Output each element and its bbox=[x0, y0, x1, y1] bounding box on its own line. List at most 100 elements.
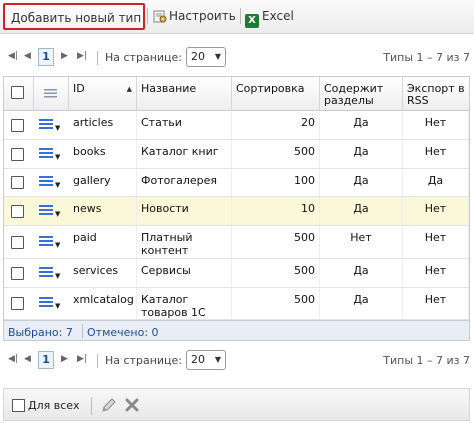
pager-info: Типы 1 – 7 из 7 bbox=[383, 354, 470, 367]
prev-page-icon[interactable]: ◀ bbox=[24, 51, 31, 61]
cell-sort: 500 bbox=[232, 259, 320, 287]
excel-export-button[interactable]: X Excel bbox=[245, 3, 294, 30]
cell-contains: Да bbox=[320, 169, 403, 196]
cell-rss: Нет bbox=[403, 111, 469, 139]
per-page-value: 20 bbox=[191, 353, 205, 366]
cell-name: Платный контент bbox=[137, 226, 232, 258]
row-menu-chevron-icon[interactable]: ▼ bbox=[55, 153, 60, 161]
row-menu-chevron-icon[interactable]: ▼ bbox=[55, 241, 60, 249]
select-all-header-checkbox[interactable] bbox=[11, 86, 24, 99]
header-id[interactable]: ID ▲ bbox=[69, 77, 137, 111]
excel-icon: X bbox=[245, 14, 259, 28]
sort-asc-icon: ▲ bbox=[126, 85, 132, 93]
cell-name: Каталог товаров 1С bbox=[137, 288, 232, 319]
table-row[interactable]: ▼ services Сервисы 500 Да Нет bbox=[4, 259, 469, 288]
header-name-label: Название bbox=[141, 82, 197, 95]
configure-label: Настроить bbox=[169, 9, 236, 23]
prev-page-icon[interactable]: ◀ bbox=[24, 354, 31, 364]
row-menu-chevron-icon[interactable]: ▼ bbox=[55, 210, 60, 218]
row-menu-icon[interactable] bbox=[39, 176, 53, 187]
table-row[interactable]: ▼ xmlcatalog Каталог товаров 1С 500 Да Нет bbox=[4, 288, 469, 320]
list-icon bbox=[44, 89, 57, 98]
cell-name: Сервисы bbox=[137, 259, 232, 287]
next-page-icon[interactable]: ▶ bbox=[61, 51, 68, 61]
row-checkbox[interactable] bbox=[11, 148, 24, 161]
row-menu-icon[interactable] bbox=[39, 119, 53, 130]
next-page-icon[interactable]: ▶ bbox=[61, 354, 68, 364]
cell-sort: 10 bbox=[232, 197, 320, 225]
add-new-type-button[interactable]: Добавить новый тип bbox=[3, 3, 145, 30]
cell-sort: 500 bbox=[232, 288, 320, 319]
cell-rss: Нет bbox=[403, 259, 469, 287]
apply-to-all-label: Для всех bbox=[28, 399, 80, 412]
per-page-select[interactable]: 20 ▼ bbox=[186, 350, 226, 370]
row-menu-icon[interactable] bbox=[39, 205, 53, 216]
edit-pencil-icon[interactable] bbox=[100, 396, 118, 414]
row-menu-icon[interactable] bbox=[39, 267, 53, 278]
footer-divider bbox=[82, 324, 83, 339]
pager-divider bbox=[97, 51, 98, 65]
cell-sort: 500 bbox=[232, 140, 320, 168]
header-sort-label: Сортировка bbox=[236, 82, 305, 95]
per-page-label: На странице: bbox=[105, 51, 182, 64]
first-page-icon[interactable]: ◀| bbox=[8, 51, 18, 61]
row-checkbox[interactable] bbox=[11, 267, 24, 280]
row-menu-chevron-icon[interactable]: ▼ bbox=[55, 124, 60, 132]
current-page[interactable]: 1 bbox=[38, 351, 54, 369]
cell-id: news bbox=[69, 197, 137, 225]
checked-count: Отмечено: 0 bbox=[87, 326, 159, 339]
row-menu-icon[interactable] bbox=[39, 236, 53, 247]
table-row[interactable]: ▼ books Каталог книг 500 Да Нет bbox=[4, 140, 469, 169]
cell-sort: 100 bbox=[232, 169, 320, 196]
table-row[interactable]: ▼ gallery Фотогалерея 100 Да Да bbox=[4, 169, 469, 197]
header-rss[interactable]: Экспорт в RSS bbox=[403, 77, 469, 111]
cell-rss: Нет bbox=[403, 197, 469, 225]
cell-id: services bbox=[69, 259, 137, 287]
cell-sort: 20 bbox=[232, 111, 320, 139]
row-checkbox[interactable] bbox=[11, 176, 24, 189]
last-page-icon[interactable]: ▶| bbox=[77, 51, 87, 61]
apply-to-all-checkbox[interactable] bbox=[12, 399, 25, 412]
row-checkbox[interactable] bbox=[11, 205, 24, 218]
delete-icon[interactable] bbox=[124, 397, 140, 413]
first-page-icon[interactable]: ◀| bbox=[8, 354, 18, 364]
last-page-icon[interactable]: ▶| bbox=[77, 354, 87, 364]
chevron-down-icon: ▼ bbox=[214, 355, 221, 364]
row-checkbox[interactable] bbox=[11, 236, 24, 249]
cell-id: gallery bbox=[69, 169, 137, 196]
row-menu-chevron-icon[interactable]: ▼ bbox=[55, 181, 60, 189]
table-row[interactable]: ▼ news Новости 10 Да Нет bbox=[4, 197, 469, 226]
group-actions-bar: Для всех bbox=[3, 388, 470, 421]
cell-rss: Нет bbox=[403, 226, 469, 258]
header-name[interactable]: Название bbox=[137, 77, 232, 111]
action-divider bbox=[91, 397, 92, 415]
pager-top: ◀| ◀ 1 ▶ ▶| На странице: 20 ▼ Типы 1 – 7… bbox=[0, 45, 474, 71]
cell-contains: Да bbox=[320, 197, 403, 225]
header-contains-sections[interactable]: Содержит разделы bbox=[320, 77, 403, 111]
cell-id: paid bbox=[69, 226, 137, 258]
types-grid: ID ▲ Название Сортировка Содержит раздел… bbox=[3, 76, 470, 341]
configure-button[interactable]: Настроить bbox=[153, 3, 236, 30]
per-page-select[interactable]: 20 ▼ bbox=[186, 47, 226, 67]
current-page[interactable]: 1 bbox=[38, 48, 54, 66]
table-row[interactable]: ▼ paid Платный контент 500 Нет Нет bbox=[4, 226, 469, 259]
header-id-label: ID bbox=[73, 82, 85, 95]
cell-contains: Нет bbox=[320, 226, 403, 258]
cell-name: Каталог книг bbox=[137, 140, 232, 168]
row-menu-icon[interactable] bbox=[39, 297, 53, 308]
row-menu-icon[interactable] bbox=[39, 148, 53, 159]
cell-name: Новости bbox=[137, 197, 232, 225]
row-checkbox[interactable] bbox=[11, 119, 24, 132]
cell-rss: Нет bbox=[403, 140, 469, 168]
table-row[interactable]: ▼ articles Статьи 20 Да Нет bbox=[4, 111, 469, 140]
chevron-down-icon: ▼ bbox=[214, 52, 221, 61]
header-contains-label: Содержит разделы bbox=[324, 82, 384, 107]
gear-icon bbox=[153, 10, 167, 23]
header-sort[interactable]: Сортировка bbox=[232, 77, 320, 111]
header-menu-cell bbox=[34, 77, 69, 111]
cell-contains: Да bbox=[320, 140, 403, 168]
selected-count: Выбрано: 7 bbox=[8, 326, 73, 339]
row-checkbox[interactable] bbox=[11, 297, 24, 310]
row-menu-chevron-icon[interactable]: ▼ bbox=[55, 302, 60, 310]
row-menu-chevron-icon[interactable]: ▼ bbox=[55, 272, 60, 280]
